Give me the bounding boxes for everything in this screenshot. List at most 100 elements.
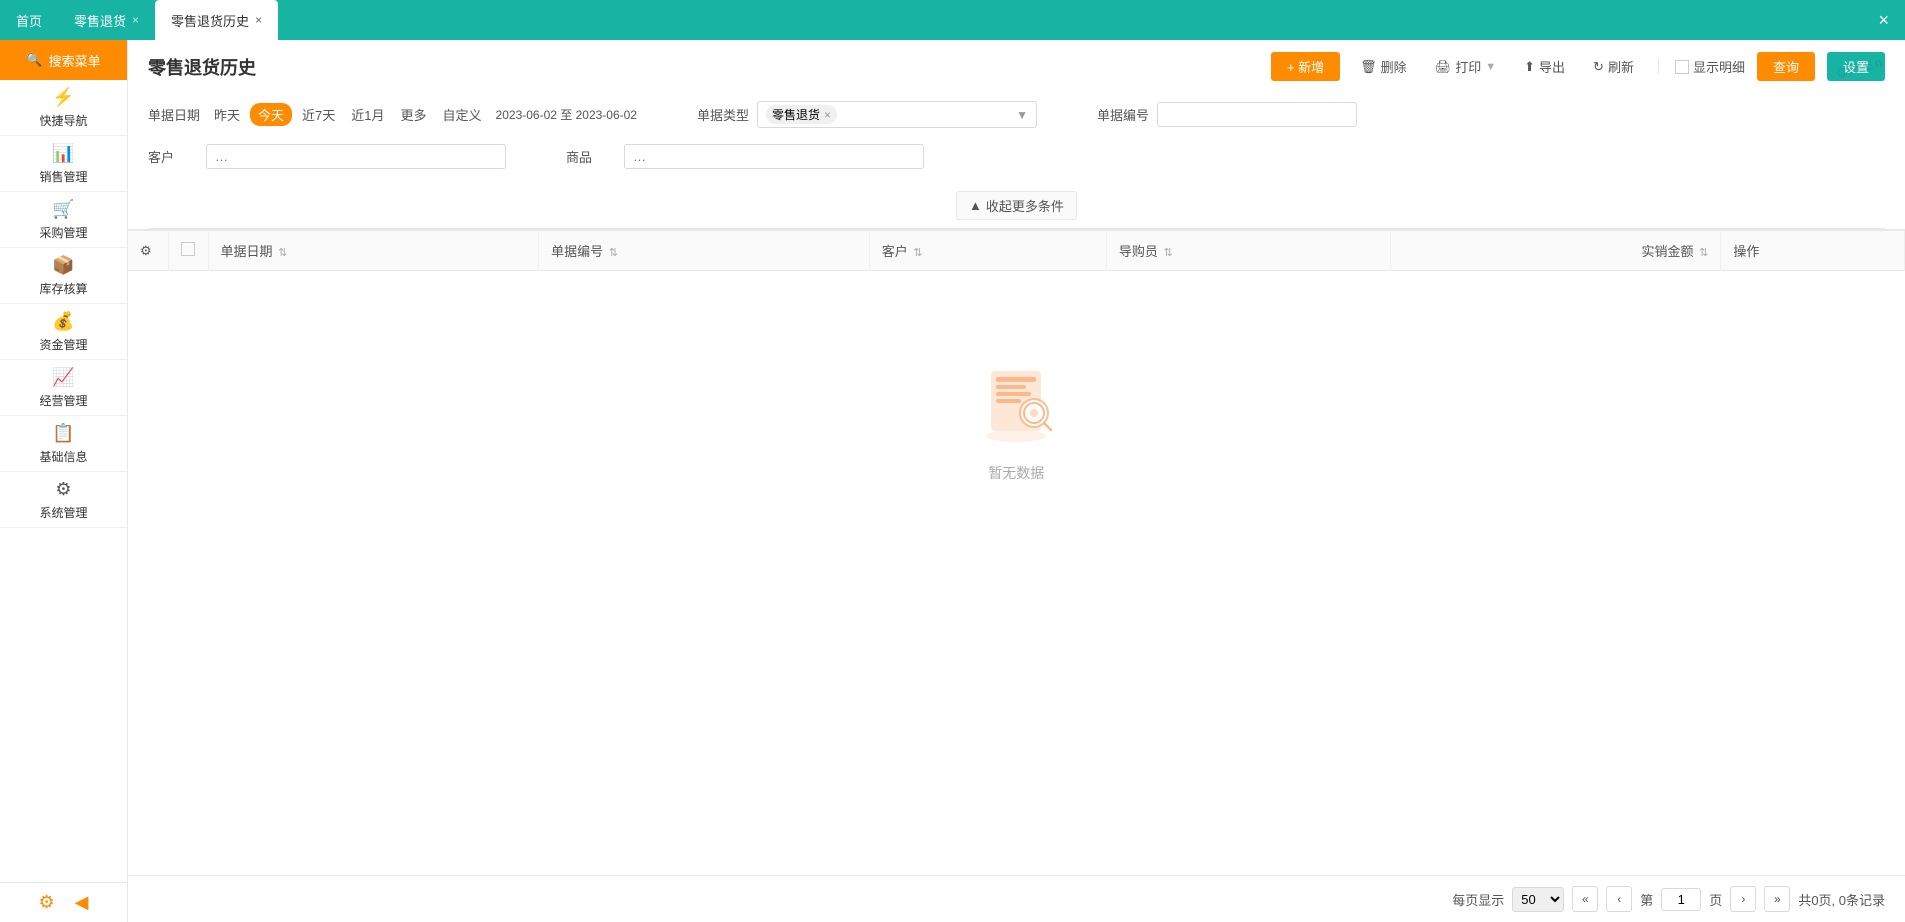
settings-button[interactable]: 设置 bbox=[1827, 52, 1885, 81]
sidebar-item-sales-mgmt-label: 销售管理 bbox=[39, 168, 87, 185]
sidebar-settings-button[interactable]: ⚙ bbox=[39, 892, 55, 913]
delete-icon: 🗑 bbox=[1360, 59, 1377, 75]
customer-input[interactable] bbox=[206, 144, 506, 169]
sidebar-item-system-mgmt-label: 系统管理 bbox=[39, 504, 87, 521]
quick-nav-icon: ⚡ bbox=[52, 87, 74, 108]
page-title-bar: 零售退货历史 + 新增 🗑 删除 🖨 打印 ▼ ⬆ bbox=[148, 52, 1885, 81]
date-filter: 单据日期 昨天 今天 近7天 近1月 更多 自定义 2023-06-02 至 2… bbox=[148, 103, 637, 126]
purchase-mgmt-icon: 🛒 bbox=[52, 199, 74, 220]
sales-mgmt-icon: 📊 bbox=[52, 143, 74, 164]
goods-input[interactable] bbox=[624, 144, 924, 169]
query-button[interactable]: 查询 bbox=[1757, 52, 1815, 81]
refresh-icon: ↻ bbox=[1593, 59, 1604, 75]
sidebar-item-operations[interactable]: 📈 经营管理 bbox=[0, 360, 127, 416]
tab-home[interactable]: 首页 bbox=[0, 0, 58, 40]
collapse-row: ▲ 收起更多条件 bbox=[148, 187, 1885, 228]
doc-number-label: 单据编号 bbox=[1097, 105, 1149, 124]
empty-text: 暂无数据 bbox=[988, 463, 1044, 483]
date-btn-more[interactable]: 更多 bbox=[395, 103, 433, 126]
tab-retail-return-history[interactable]: 零售退货历史 × bbox=[155, 0, 278, 40]
col-customer-sort[interactable]: ⇅ bbox=[913, 247, 922, 259]
col-doc-date[interactable]: 单据日期 ⇅ bbox=[208, 231, 539, 271]
search-icon: 🔍 bbox=[26, 52, 42, 68]
pagination-bar: 每页显示 50 10 20 100 « ‹ 第 页 › » 共0页, 0条记录 bbox=[128, 875, 1905, 922]
sidebar-item-system-mgmt[interactable]: ⚙ 系统管理 bbox=[0, 472, 127, 528]
filter-row-1: 单据日期 昨天 今天 近7天 近1月 更多 自定义 2023-06-02 至 2… bbox=[148, 93, 1885, 134]
col-customer[interactable]: 客户 ⇅ bbox=[869, 231, 1106, 271]
delete-button[interactable]: 🗑 删除 bbox=[1352, 53, 1415, 80]
prev-page-button[interactable]: ‹ bbox=[1606, 886, 1632, 912]
refresh-button[interactable]: ↻ 刷新 bbox=[1585, 53, 1642, 80]
inventory-icon: 📦 bbox=[52, 255, 74, 276]
col-doc-date-sort[interactable]: ⇅ bbox=[278, 247, 287, 259]
sidebar-search-button[interactable]: 🔍 搜索菜单 bbox=[0, 40, 127, 80]
toolbar: + 新增 🗑 删除 🖨 打印 ▼ ⬆ 导出 bbox=[1271, 52, 1885, 81]
finance-icon: 💰 bbox=[52, 311, 74, 332]
export-button[interactable]: ⬆ 导出 bbox=[1516, 53, 1573, 80]
date-shortcuts: 昨天 今天 近7天 近1月 更多 自定义 bbox=[208, 103, 488, 126]
page-suffix: 页 bbox=[1709, 890, 1722, 909]
sidebar-item-purchase-mgmt-label: 采购管理 bbox=[39, 224, 87, 241]
operations-icon: 📈 bbox=[52, 367, 74, 388]
col-actual-amount-sort[interactable]: ⇅ bbox=[1699, 247, 1708, 259]
per-page-select[interactable]: 50 10 20 100 bbox=[1512, 887, 1564, 912]
empty-icon bbox=[966, 351, 1066, 451]
col-guide-sort[interactable]: ⇅ bbox=[1163, 247, 1172, 259]
page-title: 零售退货历史 bbox=[148, 54, 256, 80]
top-bar: 首页 零售退货 × 零售退货历史 × × bbox=[0, 0, 1905, 40]
date-btn-today[interactable]: 今天 bbox=[250, 103, 292, 126]
date-btn-last1month[interactable]: 近1月 bbox=[345, 103, 390, 126]
print-button[interactable]: 🖨 打印 ▼ bbox=[1427, 53, 1504, 80]
col-action: 操作 bbox=[1721, 231, 1905, 271]
display-detail-checkbox[interactable] bbox=[1675, 60, 1689, 74]
empty-state: 暂无数据 bbox=[128, 271, 1905, 563]
collapse-button[interactable]: ▲ 收起更多条件 bbox=[956, 191, 1077, 220]
layout: 🔍 搜索菜单 ⚡ 快捷导航 📊 销售管理 🛒 采购管理 📦 库存核算 💰 bbox=[0, 40, 1905, 922]
date-range-display[interactable]: 2023-06-02 至 2023-06-02 bbox=[496, 106, 637, 123]
display-detail-toggle[interactable]: 显示明细 bbox=[1675, 57, 1745, 76]
doc-type-tag-remove[interactable]: × bbox=[824, 108, 831, 122]
filter-row-2: 客户 商品 bbox=[148, 144, 1885, 177]
table-checkbox-col[interactable] bbox=[168, 231, 208, 271]
tab-retail-return-close[interactable]: × bbox=[132, 13, 139, 27]
table-container: ⚙ 单据日期 ⇅ 单据编号 ⇅ bbox=[128, 230, 1905, 875]
last-page-button[interactable]: » bbox=[1764, 886, 1790, 912]
export-icon: ⬆ bbox=[1524, 59, 1535, 75]
sidebar-item-purchase-mgmt[interactable]: 🛒 采购管理 bbox=[0, 192, 127, 248]
goods-label: 商品 bbox=[566, 147, 616, 166]
table-settings-icon[interactable]: ⚙ bbox=[140, 243, 152, 258]
page-number-input[interactable] bbox=[1661, 888, 1701, 911]
table-select-all-checkbox[interactable] bbox=[181, 242, 195, 256]
sidebar-menu: ⚡ 快捷导航 📊 销售管理 🛒 采购管理 📦 库存核算 💰 资金管理 📈 bbox=[0, 80, 127, 882]
doc-type-select[interactable]: 零售退货 × ▼ bbox=[757, 101, 1037, 128]
date-btn-custom[interactable]: 自定义 bbox=[437, 103, 488, 126]
date-btn-yesterday[interactable]: 昨天 bbox=[208, 103, 246, 126]
window-close-button[interactable]: × bbox=[1878, 10, 1889, 31]
col-actual-amount[interactable]: 实销金额 ⇅ bbox=[1390, 231, 1721, 271]
sidebar-item-finance[interactable]: 💰 资金管理 bbox=[0, 304, 127, 360]
sidebar-item-quick-nav-label: 快捷导航 bbox=[39, 112, 87, 129]
table-body: 暂无数据 bbox=[128, 271, 1905, 564]
table-header: ⚙ 单据日期 ⇅ 单据编号 ⇅ bbox=[128, 231, 1905, 271]
tab-retail-return[interactable]: 零售退货 × bbox=[58, 0, 155, 40]
sidebar-item-sales-mgmt[interactable]: 📊 销售管理 bbox=[0, 136, 127, 192]
sidebar-item-quick-nav[interactable]: ⚡ 快捷导航 bbox=[0, 80, 127, 136]
sidebar-item-inventory[interactable]: 📦 库存核算 bbox=[0, 248, 127, 304]
first-page-button[interactable]: « bbox=[1572, 886, 1598, 912]
sidebar: 🔍 搜索菜单 ⚡ 快捷导航 📊 销售管理 🛒 采购管理 📦 库存核算 💰 bbox=[0, 40, 128, 922]
col-doc-number-sort[interactable]: ⇅ bbox=[609, 247, 618, 259]
add-button[interactable]: + 新增 bbox=[1271, 52, 1340, 81]
doc-number-input[interactable] bbox=[1157, 102, 1357, 127]
col-doc-number[interactable]: 单据编号 ⇅ bbox=[539, 231, 870, 271]
sidebar-item-basic-info[interactable]: 📋 基础信息 bbox=[0, 416, 127, 472]
per-page-label: 每页显示 bbox=[1452, 890, 1504, 909]
sidebar-menu-button[interactable]: ◀ bbox=[75, 892, 89, 913]
date-btn-last7[interactable]: 近7天 bbox=[296, 103, 341, 126]
table-settings-col[interactable]: ⚙ bbox=[128, 231, 168, 271]
sidebar-footer: ⚙ ◀ bbox=[0, 882, 127, 922]
col-guide[interactable]: 导购员 ⇅ bbox=[1106, 231, 1390, 271]
tab-retail-return-history-close[interactable]: × bbox=[255, 13, 262, 27]
sidebar-search-label: 搜索菜单 bbox=[49, 51, 101, 70]
next-page-button[interactable]: › bbox=[1730, 886, 1756, 912]
page-header: 零售退货历史 + 新增 🗑 删除 🖨 打印 ▼ ⬆ bbox=[128, 40, 1905, 230]
